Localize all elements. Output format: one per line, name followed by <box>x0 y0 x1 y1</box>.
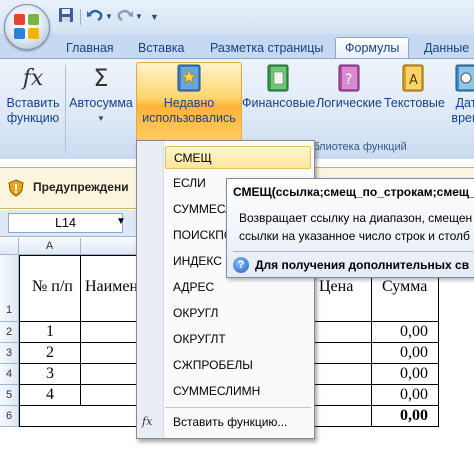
name-box-dropdown-icon[interactable]: ▼ <box>116 216 126 227</box>
undo-icon[interactable] <box>86 7 104 27</box>
tab-home[interactable]: Главная <box>66 38 114 58</box>
row-header-3[interactable]: 3 <box>0 343 19 364</box>
recently-used-button[interactable]: Недавно использовались <box>136 62 242 143</box>
price-cell[interactable] <box>312 321 372 343</box>
select-all-corner[interactable] <box>0 238 19 255</box>
datetime-book-icon <box>451 63 474 93</box>
menu-item-okrugl[interactable]: ОКРУГЛ <box>165 302 311 325</box>
function-tooltip: СМЕЩ(ссылка;смещ_по_строкам;смещ_п Возвр… <box>226 178 474 278</box>
svg-text:A: A <box>409 73 418 88</box>
sum-cell[interactable]: 0,00 <box>371 342 439 364</box>
name-cell[interactable] <box>80 321 140 343</box>
help-icon: ? <box>233 257 249 273</box>
row-header-2[interactable]: 2 <box>0 322 19 343</box>
group-label: Библиотека функций <box>300 141 407 153</box>
text-button[interactable]: A Текстовые <box>384 63 445 111</box>
insert-function-label-2: функцию <box>6 111 60 125</box>
row-header-4[interactable]: 4 <box>0 364 19 385</box>
undo-dropdown-icon[interactable]: ▼ <box>105 7 113 27</box>
fx-icon: fx <box>22 65 44 91</box>
header-name-cell[interactable]: Наимен <box>80 255 140 322</box>
customize-qa-icon[interactable]: ▼ <box>150 7 159 27</box>
datetime-label-2: врем <box>451 111 474 125</box>
datetime-button[interactable]: Дат врем <box>446 63 474 126</box>
autosum-button[interactable]: Σ Автосумма ▼ <box>68 63 134 126</box>
menu-item-insert-function[interactable]: Вставить функцию... <box>165 411 311 434</box>
num-cell[interactable]: 3 <box>19 363 81 385</box>
menu-separator <box>165 407 311 408</box>
save-icon[interactable] <box>58 7 74 27</box>
tab-insert[interactable]: Вставка <box>138 38 184 58</box>
row-header-1[interactable]: 1 <box>0 255 19 322</box>
tab-formulas[interactable]: Формулы <box>335 37 410 59</box>
office-button[interactable] <box>4 4 50 50</box>
redo-icon[interactable] <box>116 7 134 27</box>
tooltip-description-line-2: ссылки на указанное число строк и столб <box>239 229 470 243</box>
logical-label: Логические <box>316 96 382 110</box>
name-cell[interactable] <box>80 363 140 385</box>
column-header-a[interactable]: A <box>19 238 81 255</box>
svg-text:?: ? <box>345 72 352 88</box>
header-num-cell[interactable]: № п/п <box>19 255 81 322</box>
menu-item-okruglt[interactable]: ОКРУГЛТ <box>165 328 311 351</box>
dropdown-icon-strip <box>137 141 164 438</box>
ribbon-separator <box>65 65 66 153</box>
financial-book-icon <box>263 63 293 93</box>
menu-item-adres[interactable]: АДРЕС <box>165 276 311 299</box>
tooltip-divider <box>233 251 473 252</box>
sum-cell[interactable]: 0,00 <box>371 363 439 385</box>
financial-button[interactable]: Финансовые <box>242 63 316 111</box>
office-logo-icon <box>14 14 40 40</box>
tooltip-help-text[interactable]: Для получения дополнительных св <box>255 258 469 272</box>
menu-item-smeshch[interactable]: СМЕЩ <box>165 146 311 169</box>
row-header-5[interactable]: 5 <box>0 385 19 406</box>
autosum-arrow-icon: ▼ <box>97 114 105 123</box>
num-cell[interactable]: 4 <box>19 384 81 406</box>
num-cell[interactable]: 1 <box>19 321 81 343</box>
tooltip-description-line-1: Возвращает ссылку на диапазон, смещен <box>239 211 473 225</box>
sum-cell[interactable]: 0,00 <box>371 321 439 343</box>
text-book-icon: A <box>398 63 428 93</box>
sum-cell[interactable]: 0,00 <box>371 384 439 406</box>
tooltip-signature: СМЕЩ(ссылка;смещ_по_строкам;смещ_п <box>233 185 474 199</box>
insert-function-button[interactable]: fx Вставить функцию <box>4 63 62 126</box>
menu-item-summeslimn[interactable]: СУММЕСЛИМН <box>165 380 311 403</box>
qa-separator <box>80 9 81 25</box>
datetime-label-1: Дат <box>455 96 474 110</box>
redo-dropdown-icon[interactable]: ▼ <box>135 7 143 27</box>
financial-label: Финансовые <box>242 96 316 110</box>
row-header-6[interactable]: 6 <box>0 406 19 427</box>
logical-book-icon: ? <box>334 63 364 93</box>
text-label: Текстовые <box>384 96 445 110</box>
price-cell[interactable] <box>312 363 372 385</box>
name-cell[interactable] <box>80 342 140 364</box>
price-cell[interactable] <box>312 342 372 364</box>
tab-data[interactable]: Данные <box>424 38 469 58</box>
message-bar-text: Предупреждени <box>33 180 129 194</box>
sigma-icon: Σ <box>93 63 109 92</box>
recently-used-label-2: использовались <box>142 111 236 125</box>
book-star-icon <box>174 63 204 93</box>
ribbon-tabs: Главная Вставка Разметка страницы Формул… <box>0 34 474 59</box>
num-cell[interactable]: 2 <box>19 342 81 364</box>
name-box[interactable]: L14 <box>8 213 123 233</box>
logical-button[interactable]: ? Логические <box>316 63 382 111</box>
insert-function-label-1: Вставить <box>6 96 60 110</box>
insert-function-fx-icon: fx <box>142 415 153 428</box>
menu-item-szhprobely[interactable]: СЖПРОБЕЛЫ <box>165 354 311 377</box>
tab-page-layout[interactable]: Разметка страницы <box>210 38 323 58</box>
total-sum-cell[interactable]: 0,00 <box>371 405 439 427</box>
autosum-label: Автосумма <box>69 96 133 110</box>
security-shield-icon <box>8 179 24 197</box>
recently-used-label-1: Недавно <box>163 96 215 110</box>
price-cell[interactable] <box>312 384 372 406</box>
name-cell[interactable] <box>80 384 140 406</box>
